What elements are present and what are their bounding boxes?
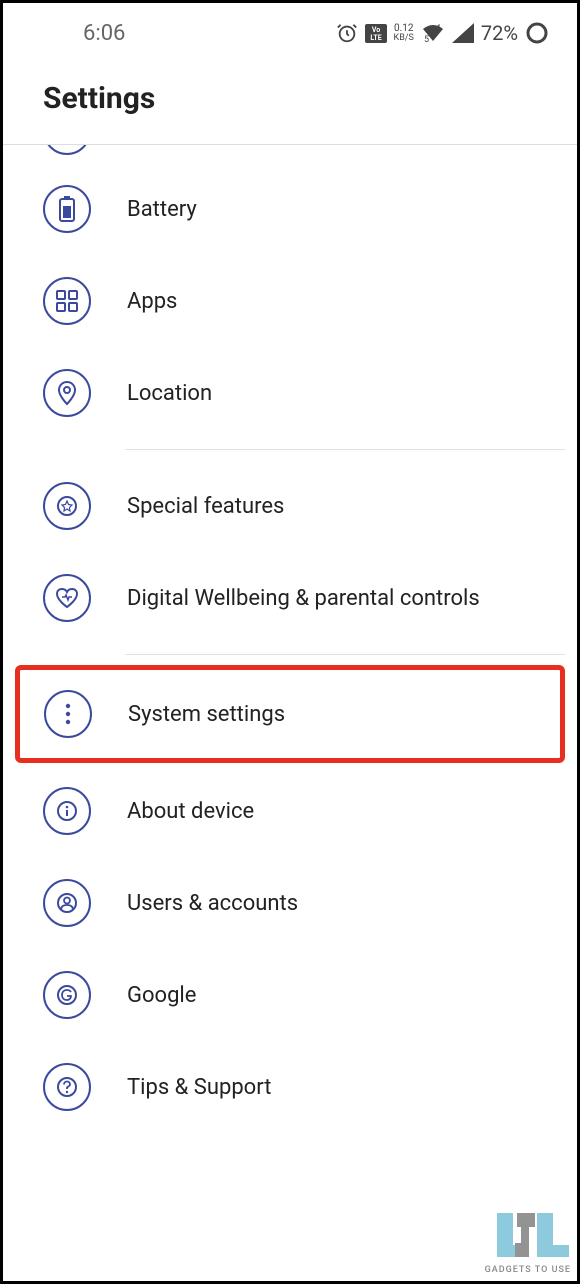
item-label: Apps (127, 289, 177, 314)
alarm-icon (336, 22, 358, 44)
more-vertical-icon (44, 690, 92, 738)
settings-item-tips-support[interactable]: Tips & Support (15, 1041, 565, 1133)
wifi-icon: 5 (421, 23, 445, 43)
info-icon (43, 787, 91, 835)
settings-item-battery[interactable]: Battery (15, 163, 565, 255)
item-label: Users & accounts (127, 891, 298, 916)
settings-item-about-device[interactable]: About device (15, 765, 565, 857)
section-divider (125, 654, 565, 655)
settings-item-google[interactable]: Google (15, 949, 565, 1041)
star-circle-icon (43, 482, 91, 530)
item-label: Battery (127, 197, 197, 222)
status-time: 6:06 (83, 21, 125, 46)
status-icons: Vo LTE 0.12 KB/S 5 72% (336, 21, 549, 45)
svg-text:5: 5 (424, 35, 429, 43)
settings-item-digital-wellbeing[interactable]: Digital Wellbeing & parental controls (15, 552, 565, 644)
settings-item-apps[interactable]: Apps (15, 255, 565, 347)
location-icon (43, 369, 91, 417)
data-speed-indicator: 0.12 KB/S (394, 24, 414, 43)
settings-item-users-accounts[interactable]: Users & accounts (15, 857, 565, 949)
apps-icon (43, 277, 91, 325)
partial-previous-item (15, 145, 565, 163)
settings-list[interactable]: Battery Apps Location (3, 145, 577, 1133)
google-icon (43, 971, 91, 1019)
item-label: Digital Wellbeing & parental controls (127, 586, 480, 611)
item-label: Google (127, 983, 196, 1008)
svg-text:Vo: Vo (371, 26, 379, 34)
status-bar: 6:06 Vo LTE 0.12 KB/S 5 (3, 3, 577, 59)
user-icon (43, 879, 91, 927)
signal-icon (452, 23, 474, 43)
svg-text:LTE: LTE (370, 34, 381, 42)
help-icon (43, 1063, 91, 1111)
item-label: Tips & Support (127, 1075, 271, 1100)
loading-circle-icon (525, 21, 549, 45)
item-label: Location (127, 381, 212, 406)
page-title: Settings (43, 81, 537, 116)
battery-percentage: 72% (481, 21, 518, 45)
settings-header: Settings (3, 59, 577, 134)
settings-item-location[interactable]: Location (15, 347, 565, 439)
settings-item-system-settings[interactable]: System settings (15, 665, 565, 763)
settings-item-special-features[interactable]: Special features (15, 460, 565, 552)
watermark: GADGETS TO USE (485, 1205, 571, 1275)
heart-icon (43, 574, 91, 622)
section-divider (125, 449, 565, 450)
item-label: System settings (128, 702, 285, 727)
watermark-logo (495, 1205, 571, 1265)
volte-icon: Vo LTE (365, 23, 387, 44)
watermark-text: GADGETS TO USE (485, 1265, 571, 1275)
item-label: Special features (127, 494, 284, 519)
battery-icon (43, 185, 91, 233)
item-label: About device (127, 799, 254, 824)
